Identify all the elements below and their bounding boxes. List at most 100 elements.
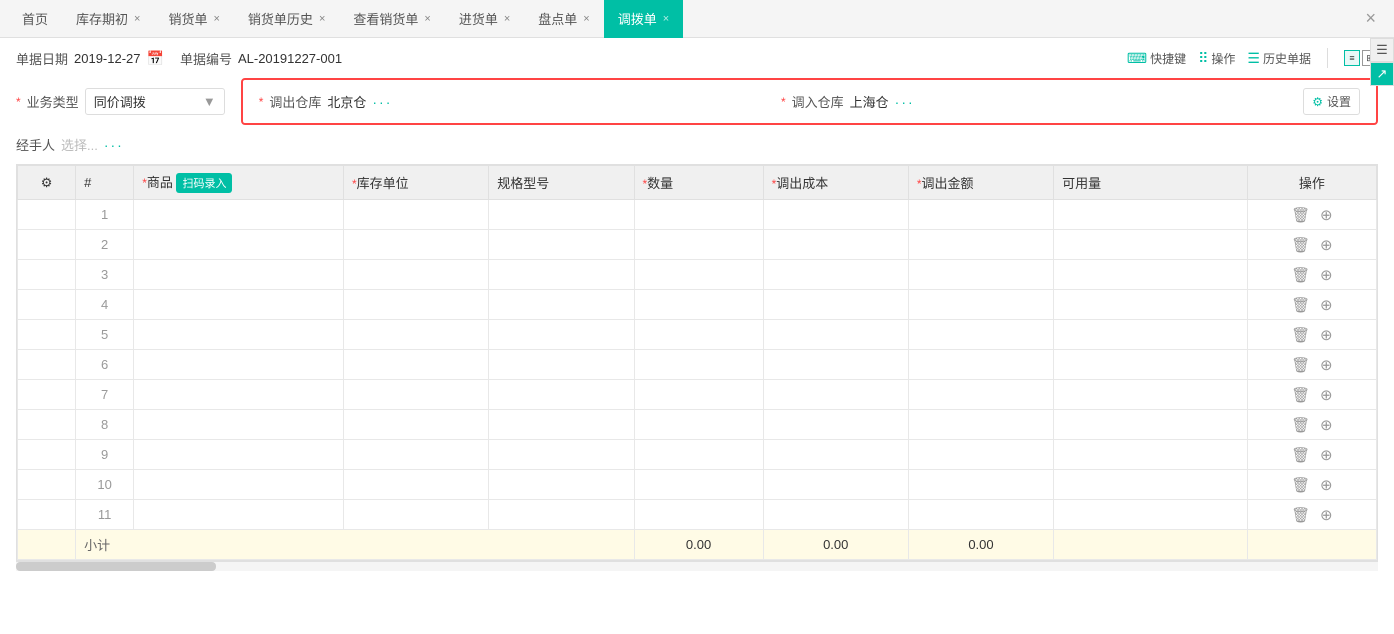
business-type-select[interactable]: 同价调拨 ▼ xyxy=(85,88,225,115)
delete-row-icon-7[interactable]: 🗑 xyxy=(1291,387,1310,404)
delete-row-icon-6[interactable]: 🗑 xyxy=(1291,357,1310,374)
row-product-2[interactable] xyxy=(134,230,344,260)
delete-row-icon-9[interactable]: 🗑 xyxy=(1291,447,1310,464)
delete-row-icon-10[interactable]: 🗑 xyxy=(1291,477,1310,494)
row-qty-11[interactable] xyxy=(634,500,763,530)
row-amount-11[interactable] xyxy=(908,500,1053,530)
settings-button[interactable]: ⚙ 设置 xyxy=(1303,88,1360,115)
row-amount-10[interactable] xyxy=(908,470,1053,500)
delete-row-icon-11[interactable]: 🗑 xyxy=(1291,507,1310,524)
row-spec-5[interactable] xyxy=(489,320,634,350)
row-amount-2[interactable] xyxy=(908,230,1053,260)
tab-transfer-order[interactable]: 调拨单 × xyxy=(604,0,683,38)
row-unit-3[interactable] xyxy=(344,260,489,290)
window-close-button[interactable]: × xyxy=(1355,8,1386,29)
row-qty-9[interactable] xyxy=(634,440,763,470)
row-spec-9[interactable] xyxy=(489,440,634,470)
calendar-icon[interactable]: 📅 xyxy=(147,50,164,67)
warehouse-in-more-btn[interactable]: ··· xyxy=(895,94,915,110)
row-amount-8[interactable] xyxy=(908,410,1053,440)
right-panel-list-icon[interactable]: ☰ xyxy=(1370,38,1394,62)
row-qty-10[interactable] xyxy=(634,470,763,500)
copy-row-icon-6[interactable]: ⊕ xyxy=(1320,357,1333,374)
row-amount-3[interactable] xyxy=(908,260,1053,290)
close-purchase-order[interactable]: × xyxy=(504,13,510,25)
shortcuts-btn[interactable]: ⌨ 快捷键 xyxy=(1127,50,1186,67)
row-spec-2[interactable] xyxy=(489,230,634,260)
tab-inventory-init[interactable]: 库存期初 × xyxy=(62,0,154,38)
tab-sales-history[interactable]: 销货单历史 × xyxy=(234,0,339,38)
row-unit-10[interactable] xyxy=(344,470,489,500)
row-unit-4[interactable] xyxy=(344,290,489,320)
row-spec-1[interactable] xyxy=(489,200,634,230)
warehouse-out-more-btn[interactable]: ··· xyxy=(372,94,392,110)
row-cost-2[interactable] xyxy=(763,230,908,260)
row-qty-7[interactable] xyxy=(634,380,763,410)
scan-barcode-button[interactable]: 扫码录入 xyxy=(176,173,232,193)
copy-row-icon-4[interactable]: ⊕ xyxy=(1320,297,1333,314)
close-inventory-check[interactable]: × xyxy=(583,13,589,25)
row-product-4[interactable] xyxy=(134,290,344,320)
close-transfer-order[interactable]: × xyxy=(663,13,669,25)
row-cost-5[interactable] xyxy=(763,320,908,350)
close-inventory-init[interactable]: × xyxy=(134,13,140,25)
col-header-gear[interactable]: ⚙ xyxy=(18,166,76,200)
row-product-10[interactable] xyxy=(134,470,344,500)
row-product-11[interactable] xyxy=(134,500,344,530)
tab-inventory-check[interactable]: 盘点单 × xyxy=(524,0,603,38)
row-qty-3[interactable] xyxy=(634,260,763,290)
copy-row-icon-9[interactable]: ⊕ xyxy=(1320,447,1333,464)
copy-row-icon-11[interactable]: ⊕ xyxy=(1320,507,1333,524)
row-product-6[interactable] xyxy=(134,350,344,380)
row-amount-9[interactable] xyxy=(908,440,1053,470)
copy-row-icon-5[interactable]: ⊕ xyxy=(1320,327,1333,344)
row-amount-1[interactable] xyxy=(908,200,1053,230)
row-amount-4[interactable] xyxy=(908,290,1053,320)
tab-view-sales[interactable]: 查看销货单 × xyxy=(339,0,444,38)
row-qty-8[interactable] xyxy=(634,410,763,440)
row-spec-7[interactable] xyxy=(489,380,634,410)
row-cost-8[interactable] xyxy=(763,410,908,440)
delete-row-icon-1[interactable]: 🗑 xyxy=(1291,207,1310,224)
operations-btn[interactable]: ⠿ 操作 xyxy=(1198,50,1235,67)
row-unit-9[interactable] xyxy=(344,440,489,470)
row-spec-6[interactable] xyxy=(489,350,634,380)
layout-list-icon[interactable]: ≡ xyxy=(1344,50,1360,66)
row-product-7[interactable] xyxy=(134,380,344,410)
row-cost-7[interactable] xyxy=(763,380,908,410)
row-unit-6[interactable] xyxy=(344,350,489,380)
person-select[interactable]: 选择... xyxy=(61,135,98,154)
row-cost-4[interactable] xyxy=(763,290,908,320)
row-unit-1[interactable] xyxy=(344,200,489,230)
row-cost-11[interactable] xyxy=(763,500,908,530)
close-view-sales[interactable]: × xyxy=(424,13,430,25)
copy-row-icon-3[interactable]: ⊕ xyxy=(1320,267,1333,284)
horizontal-scrollbar[interactable] xyxy=(16,561,1378,571)
copy-row-icon-10[interactable]: ⊕ xyxy=(1320,477,1333,494)
delete-row-icon-5[interactable]: 🗑 xyxy=(1291,327,1310,344)
delete-row-icon-4[interactable]: 🗑 xyxy=(1291,297,1310,314)
row-qty-2[interactable] xyxy=(634,230,763,260)
row-spec-11[interactable] xyxy=(489,500,634,530)
person-more-btn[interactable]: ··· xyxy=(104,137,124,153)
row-unit-11[interactable] xyxy=(344,500,489,530)
copy-row-icon-7[interactable]: ⊕ xyxy=(1320,387,1333,404)
row-product-8[interactable] xyxy=(134,410,344,440)
copy-row-icon-8[interactable]: ⊕ xyxy=(1320,417,1333,434)
row-unit-5[interactable] xyxy=(344,320,489,350)
row-unit-2[interactable] xyxy=(344,230,489,260)
close-sales-order[interactable]: × xyxy=(213,13,219,25)
row-spec-3[interactable] xyxy=(489,260,634,290)
row-cost-1[interactable] xyxy=(763,200,908,230)
tab-purchase-order[interactable]: 进货单 × xyxy=(445,0,524,38)
copy-row-icon-2[interactable]: ⊕ xyxy=(1320,237,1333,254)
row-qty-4[interactable] xyxy=(634,290,763,320)
row-cost-10[interactable] xyxy=(763,470,908,500)
row-spec-4[interactable] xyxy=(489,290,634,320)
row-amount-7[interactable] xyxy=(908,380,1053,410)
row-unit-8[interactable] xyxy=(344,410,489,440)
delete-row-icon-3[interactable]: 🗑 xyxy=(1291,267,1310,284)
close-sales-history[interactable]: × xyxy=(319,13,325,25)
row-qty-5[interactable] xyxy=(634,320,763,350)
row-qty-6[interactable] xyxy=(634,350,763,380)
